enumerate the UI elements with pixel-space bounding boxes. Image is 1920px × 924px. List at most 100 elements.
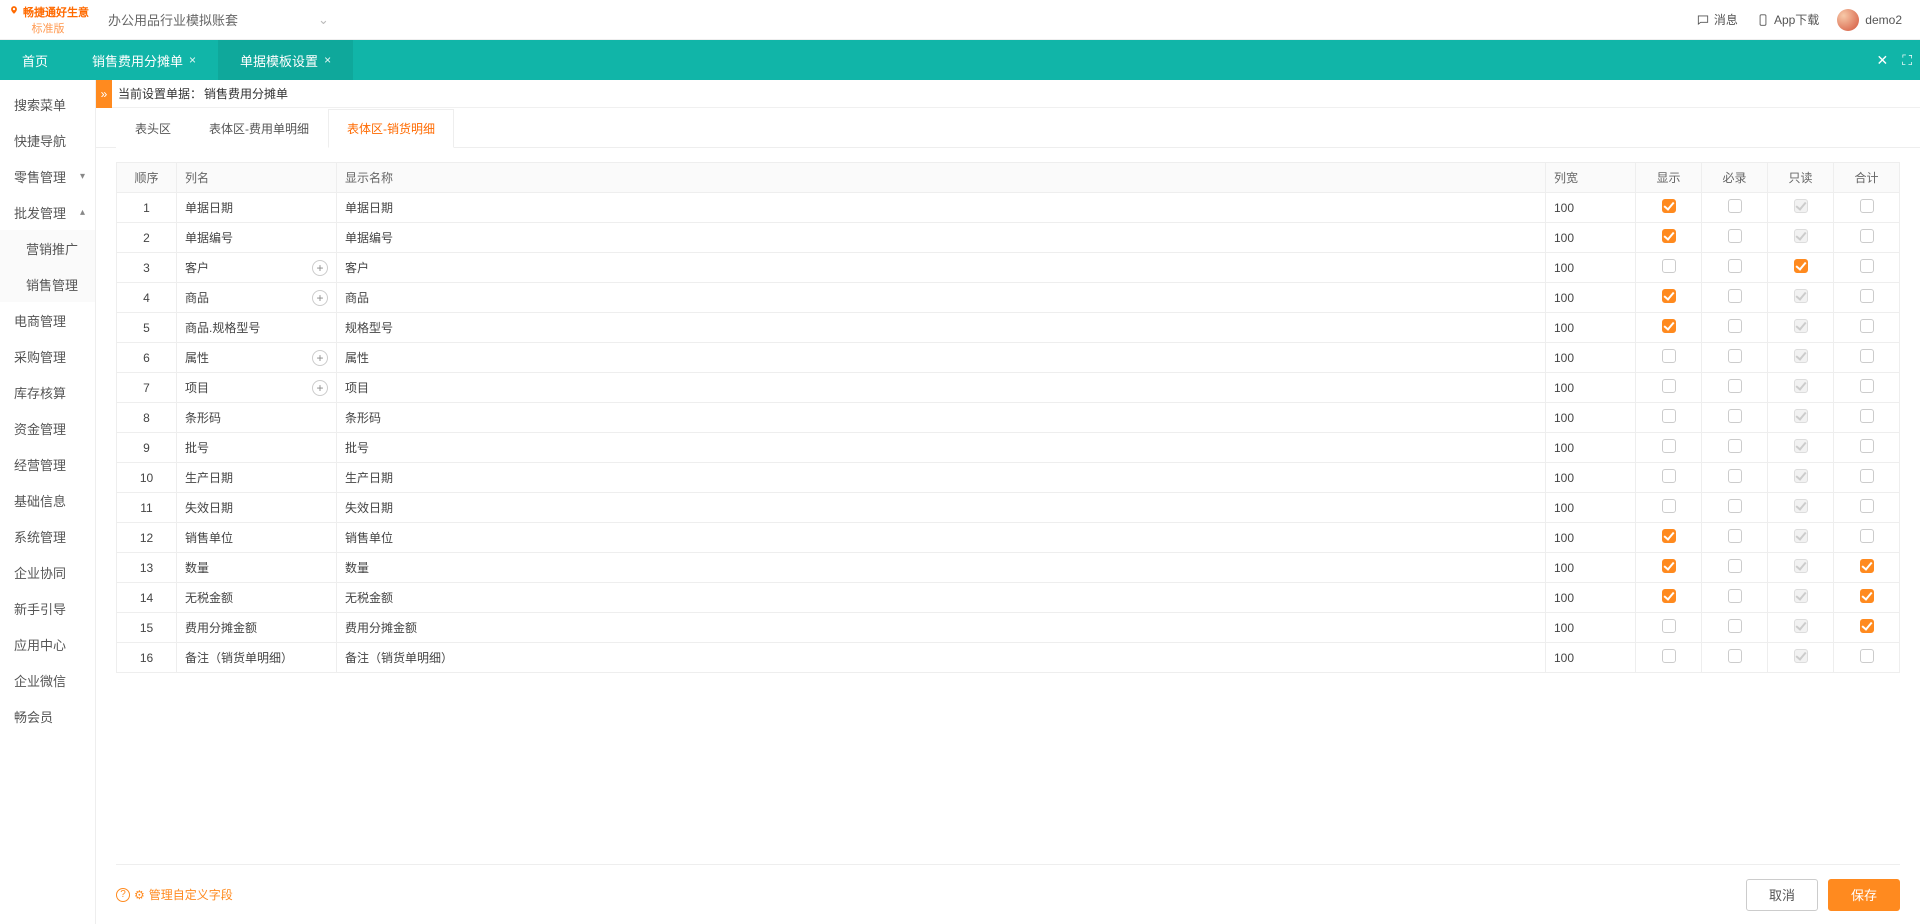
checkbox-sum[interactable] [1860,199,1874,213]
checkbox-required[interactable] [1728,259,1742,273]
checkbox-show[interactable] [1662,589,1676,603]
fullscreen-icon[interactable]: ⛶ [1902,52,1912,69]
cell-width[interactable]: 100 [1546,433,1636,463]
sidebar-item[interactable]: 销售管理 [0,266,95,302]
message-button[interactable]: 消息 [1696,11,1738,28]
sidebar-item[interactable]: 资金管理 [0,410,95,446]
checkbox-show[interactable] [1662,439,1676,453]
checkbox-sum[interactable] [1860,589,1874,603]
expand-icon[interactable]: + [312,290,328,306]
checkbox-required[interactable] [1728,199,1742,213]
checkbox-show[interactable] [1662,499,1676,513]
cell-display-name[interactable]: 客户 [337,253,1546,283]
checkbox-required[interactable] [1728,319,1742,333]
nav-tab[interactable]: 首页 [0,40,70,80]
cell-display-name[interactable]: 单据日期 [337,193,1546,223]
cell-display-name[interactable]: 备注（销货单明细） [337,643,1546,673]
checkbox-required[interactable] [1728,409,1742,423]
checkbox-sum[interactable] [1860,409,1874,423]
checkbox-show[interactable] [1662,319,1676,333]
cell-width[interactable]: 100 [1546,283,1636,313]
checkbox-show[interactable] [1662,559,1676,573]
checkbox-sum[interactable] [1860,499,1874,513]
cell-display-name[interactable]: 生产日期 [337,463,1546,493]
sidebar-item[interactable]: 企业协同 [0,554,95,590]
sidebar-item[interactable]: 企业微信 [0,662,95,698]
checkbox-required[interactable] [1728,559,1742,573]
sidebar-item[interactable]: 零售管理▾ [0,158,95,194]
account-set-selector[interactable]: 办公用品行业模拟账套 ⌄ [108,10,329,29]
sidebar-item[interactable]: 库存核算 [0,374,95,410]
sidebar-item[interactable]: 快捷导航 [0,122,95,158]
app-download-button[interactable]: App下载 [1756,11,1819,28]
expand-icon[interactable]: + [312,260,328,276]
checkbox-required[interactable] [1728,649,1742,663]
user-menu[interactable]: demo2 [1837,9,1902,31]
sidebar-item[interactable]: 应用中心 [0,626,95,662]
checkbox-sum[interactable] [1860,349,1874,363]
checkbox-sum[interactable] [1860,619,1874,633]
cell-display-name[interactable]: 无税金额 [337,583,1546,613]
expand-icon[interactable]: + [312,380,328,396]
cell-display-name[interactable]: 失效日期 [337,493,1546,523]
sidebar-item[interactable]: 搜索菜单 [0,86,95,122]
close-all-tabs-icon[interactable]: ✕ [1876,52,1888,69]
checkbox-required[interactable] [1728,619,1742,633]
checkbox-sum[interactable] [1860,529,1874,543]
checkbox-show[interactable] [1662,469,1676,483]
cell-width[interactable]: 100 [1546,343,1636,373]
manage-custom-fields-link[interactable]: ? ⚙ 管理自定义字段 [116,886,233,903]
checkbox-required[interactable] [1728,379,1742,393]
checkbox-show[interactable] [1662,409,1676,423]
cell-display-name[interactable]: 条形码 [337,403,1546,433]
sidebar-item[interactable]: 系统管理 [0,518,95,554]
sidebar-item[interactable]: 批发管理▴ [0,194,95,230]
checkbox-show[interactable] [1662,199,1676,213]
checkbox-show[interactable] [1662,529,1676,543]
checkbox-sum[interactable] [1860,469,1874,483]
cell-display-name[interactable]: 单据编号 [337,223,1546,253]
cell-display-name[interactable]: 批号 [337,433,1546,463]
checkbox-sum[interactable] [1860,559,1874,573]
cell-display-name[interactable]: 商品 [337,283,1546,313]
cell-width[interactable]: 100 [1546,403,1636,433]
checkbox-sum[interactable] [1860,439,1874,453]
cell-width[interactable]: 100 [1546,313,1636,343]
nav-tab[interactable]: 销售费用分摊单× [70,40,218,80]
checkbox-show[interactable] [1662,229,1676,243]
collapse-sidebar-icon[interactable]: » [96,80,112,108]
sidebar-item[interactable]: 新手引导 [0,590,95,626]
checkbox-sum[interactable] [1860,379,1874,393]
checkbox-required[interactable] [1728,529,1742,543]
checkbox-show[interactable] [1662,619,1676,633]
cell-display-name[interactable]: 属性 [337,343,1546,373]
cell-width[interactable]: 100 [1546,553,1636,583]
checkbox-required[interactable] [1728,469,1742,483]
sidebar-item[interactable]: 营销推广 [0,230,95,266]
checkbox-show[interactable] [1662,649,1676,663]
checkbox-sum[interactable] [1860,319,1874,333]
checkbox-required[interactable] [1728,229,1742,243]
close-icon[interactable]: × [324,53,331,67]
checkbox-required[interactable] [1728,499,1742,513]
cancel-button[interactable]: 取消 [1746,879,1818,911]
nav-tab[interactable]: 单据模板设置× [218,40,353,80]
cell-width[interactable]: 100 [1546,583,1636,613]
sidebar-item[interactable]: 电商管理 [0,302,95,338]
checkbox-required[interactable] [1728,589,1742,603]
checkbox-required[interactable] [1728,289,1742,303]
cell-width[interactable]: 100 [1546,463,1636,493]
checkbox-show[interactable] [1662,259,1676,273]
sidebar-item[interactable]: 基础信息 [0,482,95,518]
checkbox-sum[interactable] [1860,259,1874,273]
checkbox-readonly[interactable] [1794,259,1808,273]
cell-width[interactable]: 100 [1546,493,1636,523]
expand-icon[interactable]: + [312,350,328,366]
save-button[interactable]: 保存 [1828,879,1900,911]
close-icon[interactable]: × [189,53,196,67]
checkbox-required[interactable] [1728,349,1742,363]
section-tab[interactable]: 表头区 [116,109,190,148]
checkbox-sum[interactable] [1860,229,1874,243]
cell-width[interactable]: 100 [1546,373,1636,403]
cell-width[interactable]: 100 [1546,223,1636,253]
